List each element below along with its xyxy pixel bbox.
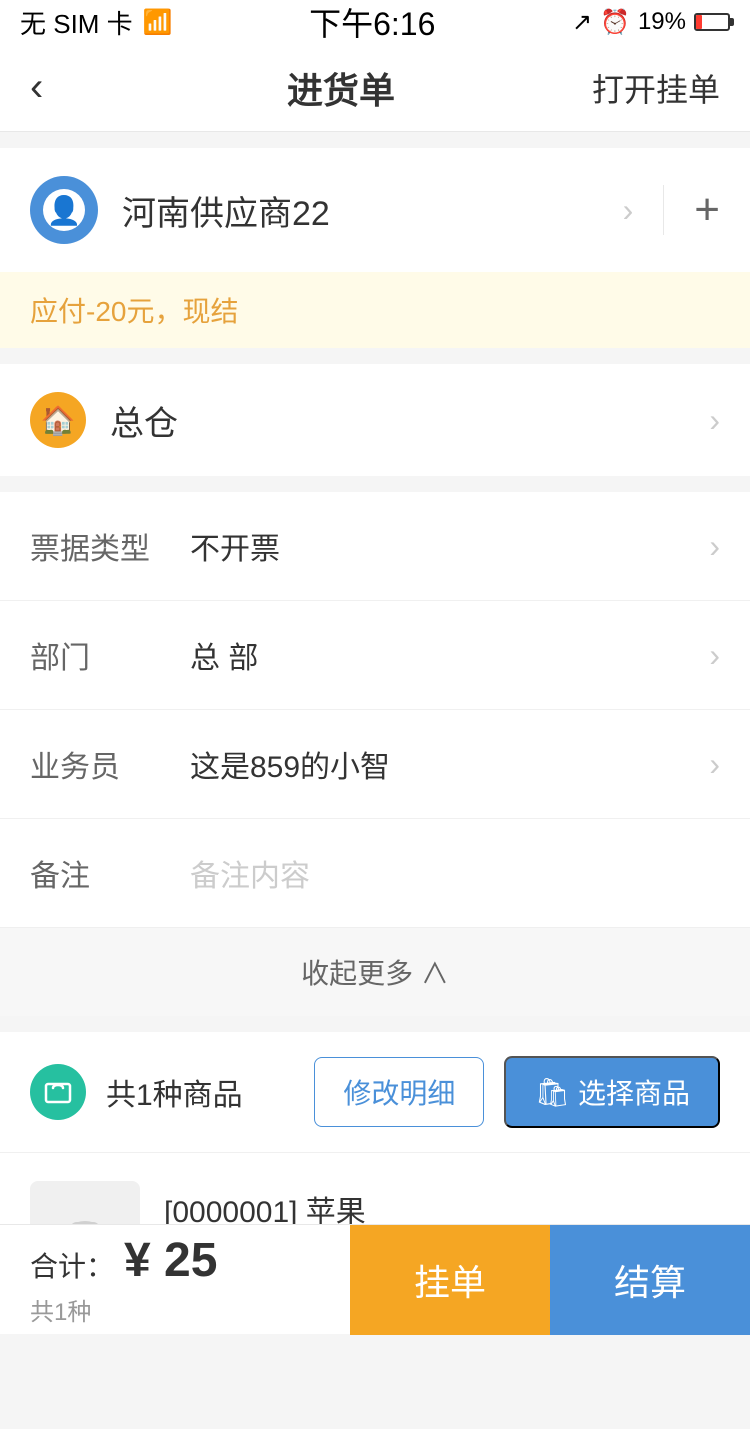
salesman-chevron: ›	[709, 746, 720, 783]
salesman-value: 这是859的小智	[170, 742, 709, 786]
page-title: 进货单	[287, 62, 395, 114]
person-icon: 👤	[47, 194, 82, 227]
alarm-icon: ⏰	[600, 8, 630, 37]
warehouse-name: 总仓	[110, 396, 709, 445]
warehouse-icon: 🏠	[30, 392, 86, 448]
ticket-type-label: 票据类型	[30, 524, 170, 568]
ticket-type-chevron: ›	[709, 528, 720, 565]
nav-bar: ‹ 进货单 打开挂单	[0, 44, 750, 132]
department-label: 部门	[30, 633, 170, 677]
salesman-label: 业务员	[30, 742, 170, 786]
form-section: 票据类型 不开票 › 部门 总 部 › 业务员 这是859的小智 › 备注 备注…	[0, 492, 750, 927]
department-row[interactable]: 部门 总 部 ›	[0, 600, 750, 709]
supplier-chevron: ›	[623, 192, 634, 229]
remark-label: 备注	[30, 851, 170, 895]
ticket-type-row[interactable]: 票据类型 不开票 ›	[0, 492, 750, 600]
warning-text: 应付-20元，现结	[30, 296, 238, 327]
total-label: 合计： ¥ 25	[30, 1233, 320, 1288]
location-icon: ↗	[572, 8, 592, 37]
footer-spacer	[0, 1319, 750, 1429]
remark-row[interactable]: 备注 备注内容	[0, 818, 750, 927]
select-product-icon: 🛍	[534, 1076, 570, 1109]
edit-detail-button[interactable]: 修改明细	[314, 1057, 484, 1127]
open-pending-button[interactable]: 打开挂单	[592, 65, 720, 111]
warehouse-section: 🏠 总仓 ›	[0, 364, 750, 476]
products-header: 共1种商品 修改明细 🛍 选择商品	[0, 1032, 750, 1152]
footer-total: 合计： ¥ 25 共1种	[0, 1233, 350, 1327]
section-gap-1	[0, 132, 750, 148]
section-gap-2	[0, 348, 750, 364]
wifi-icon: 📶	[143, 8, 173, 37]
supplier-section: 👤 河南供应商22 › + 应付-20元，现结	[0, 148, 750, 348]
supplier-avatar: 👤	[30, 176, 98, 244]
status-carrier: 无 SIM 卡 📶	[20, 4, 173, 41]
remark-input[interactable]: 备注内容	[170, 851, 720, 895]
products-icon	[30, 1064, 86, 1120]
ticket-type-value: 不开票	[170, 524, 709, 568]
avatar-inner: 👤	[43, 189, 85, 231]
checkout-button[interactable]: 结算	[550, 1225, 750, 1335]
status-bar: 无 SIM 卡 📶 下午6:16 ↗ ⏰ 19%	[0, 0, 750, 44]
products-count: 共1种商品	[106, 1070, 294, 1114]
department-chevron: ›	[709, 637, 720, 674]
back-button[interactable]: ‹	[30, 65, 90, 110]
total-amount: ¥ 25	[124, 1233, 217, 1288]
select-product-label: 选择商品	[578, 1072, 690, 1112]
supplier-name: 河南供应商22	[122, 186, 623, 235]
department-value: 总 部	[170, 633, 709, 677]
hang-button[interactable]: 挂单	[350, 1225, 550, 1335]
status-indicators: ↗ ⏰ 19%	[572, 8, 730, 37]
collapse-button[interactable]: 收起更多 ∧	[0, 927, 750, 1016]
collapse-text: 收起更多 ∧	[301, 958, 449, 989]
total-text: 合计：	[30, 1245, 114, 1285]
section-gap-3	[0, 476, 750, 492]
salesman-row[interactable]: 业务员 这是859的小智 ›	[0, 709, 750, 818]
supplier-row-right: › +	[623, 185, 720, 235]
warehouse-chevron: ›	[709, 402, 720, 439]
total-sub: 共1种	[30, 1292, 320, 1327]
select-product-button[interactable]: 🛍 选择商品	[504, 1056, 720, 1128]
supplier-row[interactable]: 👤 河南供应商22 › +	[0, 148, 750, 272]
footer: 合计： ¥ 25 共1种 挂单 结算	[0, 1224, 750, 1334]
warning-banner: 应付-20元，现结	[0, 272, 750, 348]
status-time: 下午6:16	[309, 0, 435, 45]
vertical-divider	[663, 185, 664, 235]
warehouse-row[interactable]: 🏠 总仓 ›	[0, 364, 750, 476]
battery-icon	[694, 13, 730, 31]
add-supplier-button[interactable]: +	[694, 185, 720, 235]
carrier-text: 无 SIM 卡	[20, 4, 133, 41]
battery-percent: 19%	[638, 8, 686, 36]
battery-fill	[696, 15, 702, 29]
